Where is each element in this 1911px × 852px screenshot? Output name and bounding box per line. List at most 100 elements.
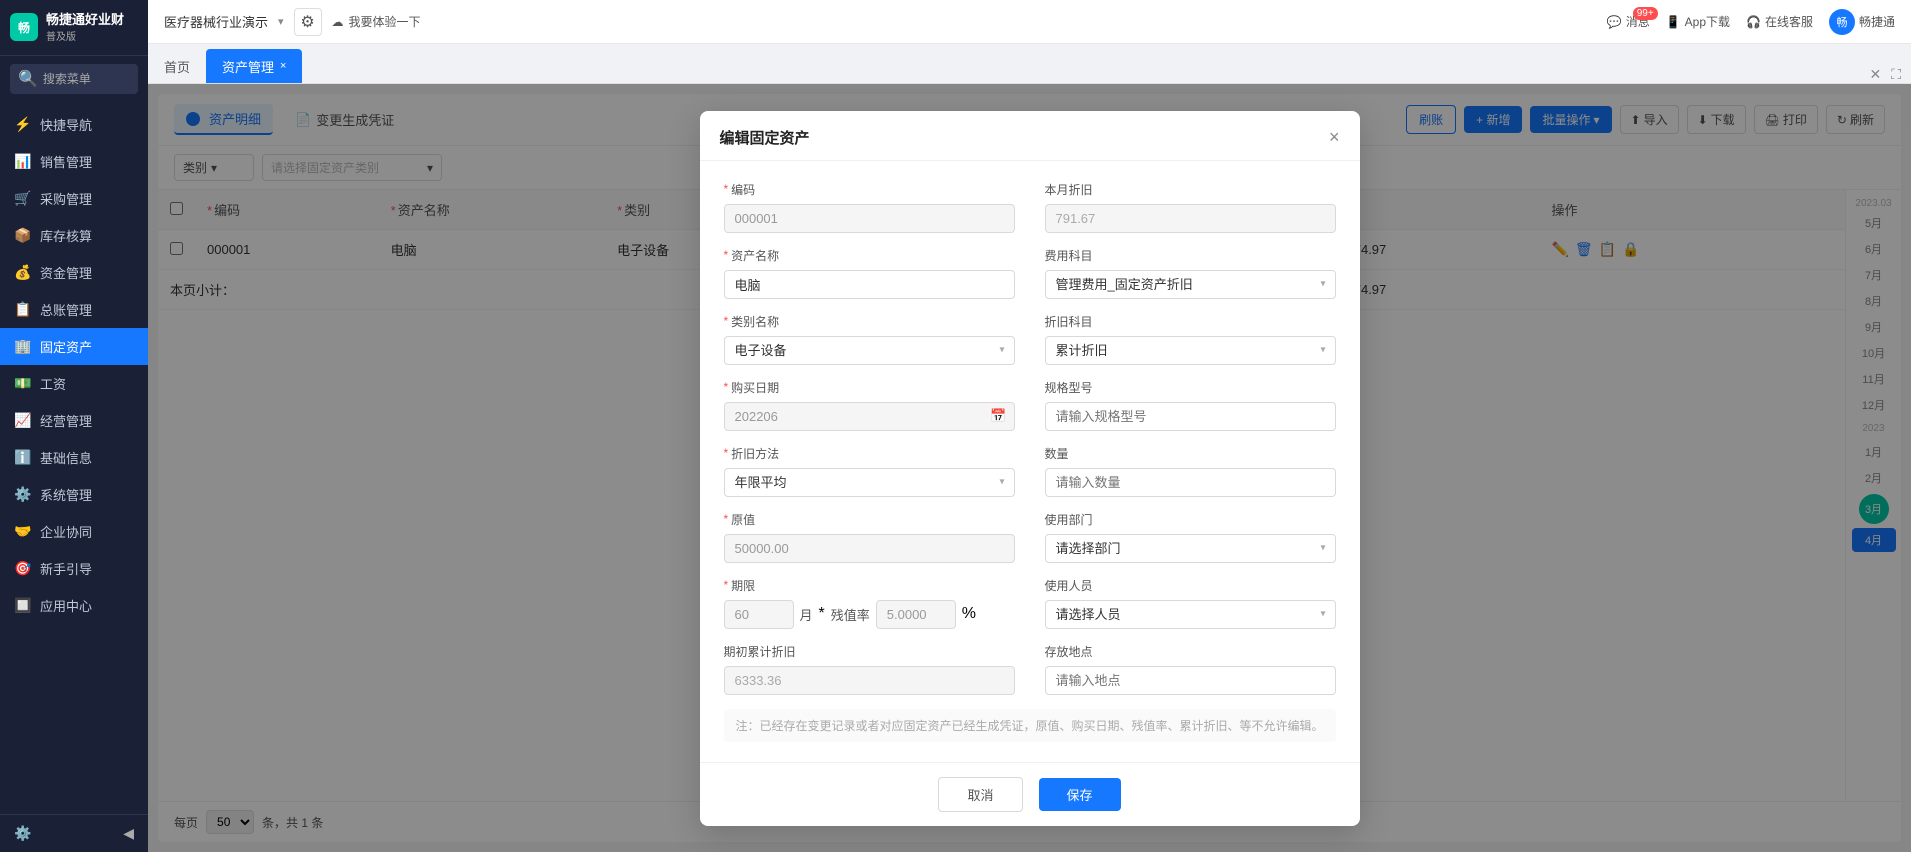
category-select[interactable]: 电子设备: [724, 336, 1015, 365]
username-label: 畅捷通: [1859, 13, 1895, 30]
monthly-dep-input[interactable]: [1045, 204, 1336, 233]
location-input[interactable]: [1045, 666, 1336, 695]
code-label: * 编码: [724, 181, 1015, 198]
finance-icon: 💰: [14, 263, 32, 281]
period-input[interactable]: [724, 600, 794, 629]
form-row-dep-subject: 折旧科目 累计折旧 ▾: [1045, 313, 1336, 365]
form-row-code: * 编码: [724, 181, 1015, 233]
modal-close-button[interactable]: ×: [1329, 127, 1340, 148]
dep-method-select-wrap: 年限平均 ▾: [724, 468, 1015, 497]
dep-subject-select-wrap: 累计折旧 ▾: [1045, 336, 1336, 365]
expense-subject-select[interactable]: 管理费用_固定资产折旧: [1045, 270, 1336, 299]
online-service-button[interactable]: 🎧 在线客服: [1746, 13, 1813, 30]
tab-asset-mgmt[interactable]: 资产管理 ×: [206, 49, 302, 83]
sidebar-item-cooperation[interactable]: 🤝 企业协同: [0, 513, 148, 550]
modal-note: 注：已经存在变更记录或者对应固定资产已经生成凭证，原值、购买日期、残值率、累计折…: [724, 709, 1336, 742]
sidebar-item-sales[interactable]: 📊 销售管理: [0, 143, 148, 180]
form-row-spec: 规格型号: [1045, 379, 1336, 431]
residual-rate-label: 残值率: [831, 605, 870, 624]
tab-bar-close-icon[interactable]: ✕: [1869, 66, 1881, 83]
form-row-user: 使用人员 请选择人员 ▾: [1045, 577, 1336, 629]
app-download-button[interactable]: 📱 App下载: [1666, 13, 1730, 30]
opening-accumulated-input[interactable]: [724, 666, 1015, 695]
sidebar-item-operations[interactable]: 📈 经营管理: [0, 402, 148, 439]
settings-icon[interactable]: ⚙️: [14, 825, 31, 842]
settings-button[interactable]: ⚙: [294, 8, 322, 36]
purchase-icon: 🛒: [14, 189, 32, 207]
btn-save[interactable]: 保存: [1039, 778, 1121, 811]
opening-accumulated-label: 期初累计折旧: [724, 643, 1015, 660]
dep-method-select[interactable]: 年限平均: [724, 468, 1015, 497]
sidebar-item-label: 系统管理: [40, 485, 92, 504]
user-select[interactable]: 请选择人员: [1045, 600, 1336, 629]
experience-button[interactable]: ☁ 我要体验一下: [332, 13, 421, 30]
modal-body: * 编码 * 资产名称: [700, 161, 1360, 762]
btn-cancel[interactable]: 取消: [938, 777, 1022, 812]
period-residual-wrap: 月 * 残值率 %: [724, 600, 1015, 629]
tab-close-icon[interactable]: ×: [280, 60, 286, 72]
basic-info-icon: ℹ️: [14, 448, 32, 466]
user-select-wrap: 请选择人员 ▾: [1045, 600, 1336, 629]
period-label: * 期限: [724, 577, 1015, 594]
expense-subject-label: 费用科目: [1045, 247, 1336, 264]
sidebar-item-guide[interactable]: 🎯 新手引导: [0, 550, 148, 587]
sidebar-item-label: 固定资产: [40, 337, 92, 356]
original-value-input[interactable]: [724, 534, 1015, 563]
payroll-icon: 💵: [14, 374, 32, 392]
avatar: 畅: [1829, 9, 1855, 35]
category-select-wrap: 电子设备 ▾: [724, 336, 1015, 365]
calendar-icon[interactable]: 📅: [990, 408, 1006, 424]
avatar-initial: 畅: [1836, 14, 1847, 30]
expense-subject-select-wrap: 管理费用_固定资产折旧 ▾: [1045, 270, 1336, 299]
asset-name-input[interactable]: [724, 270, 1015, 299]
sidebar-item-ledger[interactable]: 📋 总账管理: [0, 291, 148, 328]
tab-bar-expand-icon[interactable]: ⛶: [1891, 66, 1901, 83]
company-dropdown-icon[interactable]: ▾: [278, 15, 284, 28]
sidebar-item-quick-nav[interactable]: ⚡ 快捷导航: [0, 106, 148, 143]
quantity-input[interactable]: [1045, 468, 1336, 497]
form-col-left: * 编码 * 资产名称: [724, 181, 1015, 695]
guide-icon: 🎯: [14, 559, 32, 577]
sidebar-item-app-center[interactable]: 🔲 应用中心: [0, 587, 148, 624]
modal-footer: 取消 保存: [700, 762, 1360, 826]
message-icon: 💬: [1607, 15, 1622, 29]
modal-header: 编辑固定资产 ×: [700, 111, 1360, 161]
asset-name-label: * 资产名称: [724, 247, 1015, 264]
sidebar-item-basic-info[interactable]: ℹ️ 基础信息: [0, 439, 148, 476]
sidebar-search[interactable]: 🔍 搜索菜单: [10, 64, 138, 94]
residual-rate-unit: %: [962, 605, 976, 623]
user-button[interactable]: 畅 畅捷通: [1829, 9, 1895, 35]
sidebar-item-inventory[interactable]: 📦 库存核算: [0, 217, 148, 254]
quick-nav-icon: ⚡: [14, 115, 32, 133]
inventory-icon: 📦: [14, 226, 32, 244]
purchase-date-input[interactable]: [724, 402, 1015, 431]
tab-home[interactable]: 首页: [148, 49, 206, 83]
department-select[interactable]: 请选择部门: [1045, 534, 1336, 563]
form-row-expense-subject: 费用科目 管理费用_固定资产折旧 ▾: [1045, 247, 1336, 299]
code-input[interactable]: [724, 204, 1015, 233]
sidebar-item-system[interactable]: ⚙️ 系统管理: [0, 476, 148, 513]
cloud-icon: ☁: [332, 15, 344, 29]
residual-rate-input[interactable]: [876, 600, 956, 629]
message-button[interactable]: 💬 消息 99+: [1607, 13, 1650, 30]
sidebar-item-label: 应用中心: [40, 596, 92, 615]
form-row-opening-accumulated: 期初累计折旧: [724, 643, 1015, 695]
department-label: 使用部门: [1045, 511, 1336, 528]
form-row-original-value: * 原值: [724, 511, 1015, 563]
modal-form-grid: * 编码 * 资产名称: [724, 181, 1336, 695]
spec-input[interactable]: [1045, 402, 1336, 431]
form-row-asset-name: * 资产名称: [724, 247, 1015, 299]
location-label: 存放地点: [1045, 643, 1336, 660]
sidebar-item-finance[interactable]: 💰 资金管理: [0, 254, 148, 291]
sidebar-item-payroll[interactable]: 💵 工资: [0, 365, 148, 402]
sidebar-bottom: ⚙️ ◀: [0, 814, 148, 852]
sidebar-item-label: 销售管理: [40, 152, 92, 171]
dep-subject-select[interactable]: 累计折旧: [1045, 336, 1336, 365]
sidebar-item-label: 企业协同: [40, 522, 92, 541]
sidebar-item-fixed-assets[interactable]: 🏢 固定资产: [0, 328, 148, 365]
collapse-icon[interactable]: ◀: [123, 825, 134, 842]
sidebar-item-label: 资金管理: [40, 263, 92, 282]
sidebar-item-label: 经营管理: [40, 411, 92, 430]
sidebar-item-purchase[interactable]: 🛒 采购管理: [0, 180, 148, 217]
tab-asset-mgmt-label: 资产管理: [222, 57, 274, 76]
